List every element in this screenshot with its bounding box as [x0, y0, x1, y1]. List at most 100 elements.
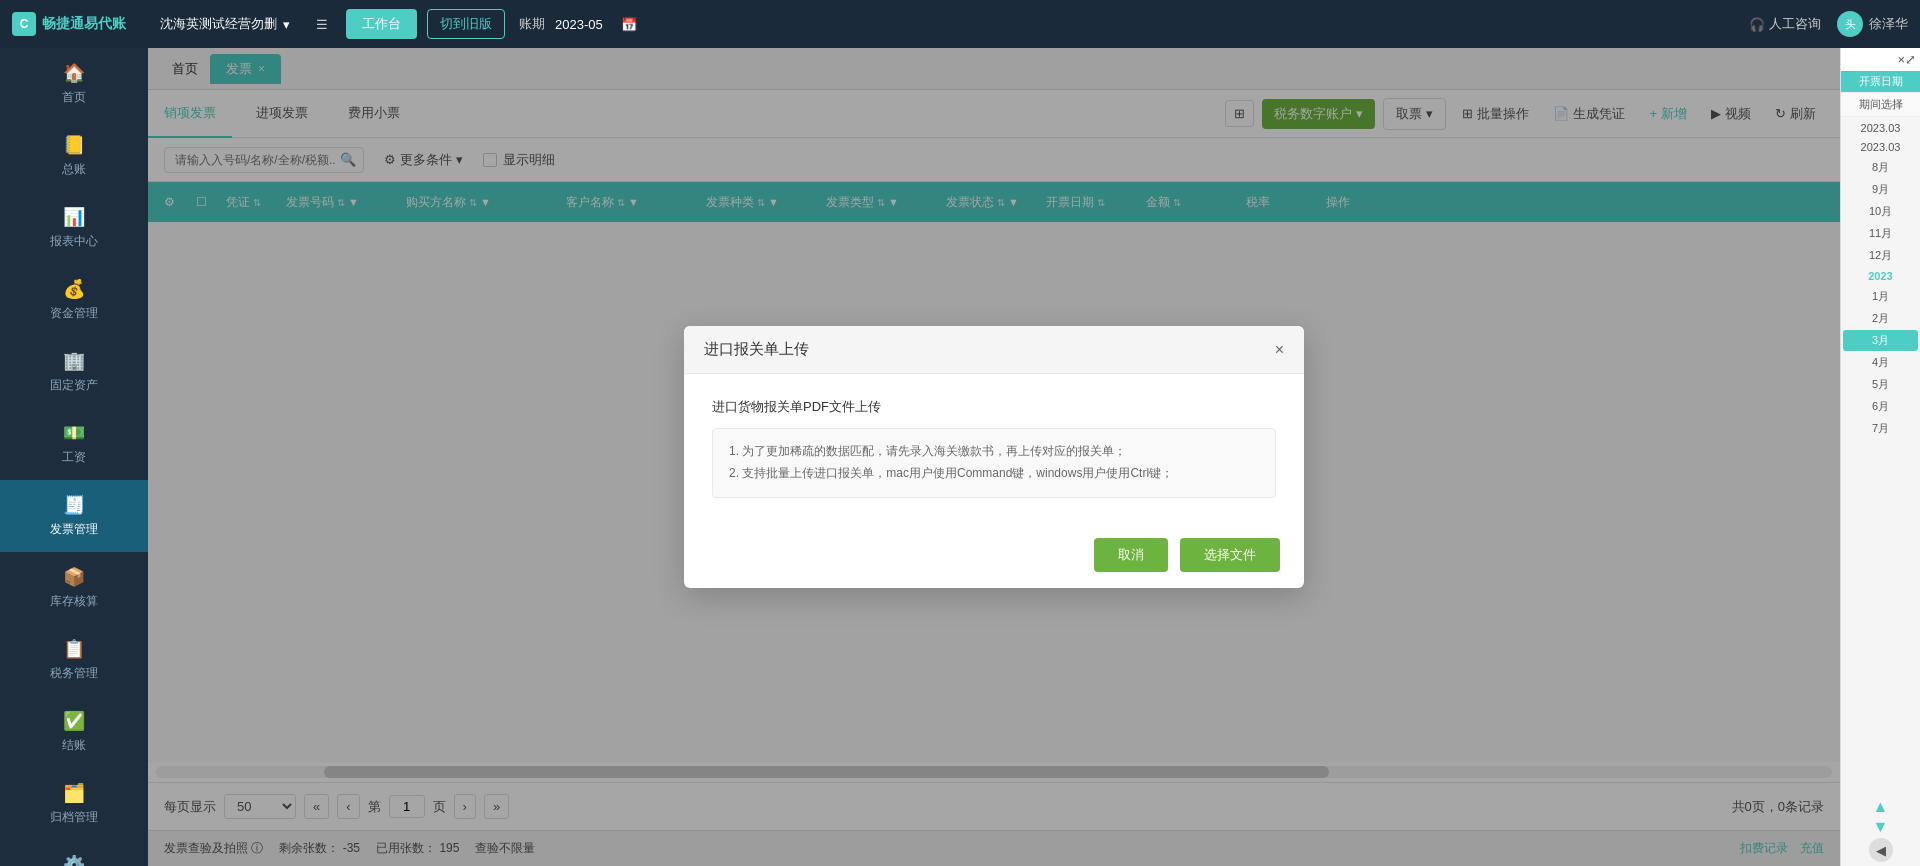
- right-panel-top: × ⤢ 开票日期: [1841, 48, 1920, 93]
- sidebar-item-salary[interactable]: 💵 工资: [0, 408, 148, 480]
- dialog-overlay: 进口报关单上传 × 进口货物报关单PDF文件上传 1. 为了更加稀疏的数据匹配，…: [148, 48, 1840, 866]
- period-item-6[interactable]: 6月: [1843, 396, 1918, 417]
- fund-icon: 💰: [63, 278, 85, 300]
- sidebar-item-ledger[interactable]: 📒 总账: [0, 120, 148, 192]
- period-item-3[interactable]: 3月: [1843, 330, 1918, 351]
- period-value: 2023-05: [555, 17, 603, 32]
- period-selection-title: 期间选择: [1841, 93, 1920, 117]
- dialog-info-item-2: 2. 支持批量上传进口报关单，mac用户使用Command键，windows用户…: [729, 463, 1259, 485]
- period-item-12[interactable]: 12月: [1843, 245, 1918, 266]
- right-panel: × ⤢ 开票日期 期间选择 2023.03 2023.03 8月 9月 10月 …: [1840, 48, 1920, 866]
- period-item-1[interactable]: 1月: [1843, 286, 1918, 307]
- dialog-cancel-button[interactable]: 取消: [1094, 538, 1168, 572]
- sidebar-label-ledger: 总账: [62, 161, 86, 178]
- sidebar-item-inventory[interactable]: 📦 库存核算: [0, 552, 148, 624]
- sidebar-item-invoice[interactable]: 🧾 发票管理: [0, 480, 148, 552]
- sidebar: 🏠 首页 📒 总账 📊 报表中心 💰 资金管理 🏢 固定资产 💵 工资 🧾 发票…: [0, 48, 148, 866]
- sidebar-label-settle: 结账: [62, 737, 86, 754]
- dialog-footer: 取消 选择文件: [684, 522, 1304, 588]
- sidebar-label-asset: 固定资产: [50, 377, 98, 394]
- dialog-info-text-2: 2. 支持批量上传进口报关单，mac用户使用Command键，windows用户…: [729, 463, 1173, 485]
- company-name: 沈海英测试经营勿删: [160, 15, 277, 33]
- tax-icon: 📋: [63, 638, 85, 660]
- sidebar-label-home: 首页: [62, 89, 86, 106]
- dialog-title: 进口报关单上传: [704, 340, 809, 359]
- settings-icon: ⚙️: [63, 854, 85, 866]
- sidebar-label-salary: 工资: [62, 449, 86, 466]
- dialog-info-text-1: 1. 为了更加稀疏的数据匹配，请先录入海关缴款书，再上传对应的报关单；: [729, 441, 1126, 463]
- sidebar-item-settings[interactable]: ⚙️ 设置: [0, 840, 148, 866]
- period-item-202303-1[interactable]: 2023.03: [1843, 119, 1918, 137]
- company-selector[interactable]: 沈海英测试经营勿删 ▾: [152, 11, 298, 37]
- open-invoice-badge-label: 开票日期: [1859, 75, 1903, 87]
- avatar: 头: [1837, 11, 1863, 37]
- sidebar-label-fund: 资金管理: [50, 305, 98, 322]
- report-icon: 📊: [63, 206, 85, 228]
- sidebar-label-report: 报表中心: [50, 233, 98, 250]
- sidebar-item-home[interactable]: 🏠 首页: [0, 48, 148, 120]
- dialog-info-item-1: 1. 为了更加稀疏的数据匹配，请先录入海关缴款书，再上传对应的报关单；: [729, 441, 1259, 463]
- import-customs-dialog: 进口报关单上传 × 进口货物报关单PDF文件上传 1. 为了更加稀疏的数据匹配，…: [684, 326, 1304, 587]
- switch-version-button[interactable]: 切到旧版: [427, 9, 505, 39]
- period-item-10[interactable]: 10月: [1843, 201, 1918, 222]
- sidebar-item-tax[interactable]: 📋 税务管理: [0, 624, 148, 696]
- company-icon-btn[interactable]: ☰: [308, 13, 336, 36]
- right-panel-controls: × ⤢: [1841, 48, 1920, 71]
- period-list: 2023.03 2023.03 8月 9月 10月 11月 12月 2023 1…: [1841, 117, 1920, 441]
- period-item-4[interactable]: 4月: [1843, 352, 1918, 373]
- app-logo: C 畅捷通易代账: [12, 12, 142, 36]
- sidebar-item-settle[interactable]: ✅ 结账: [0, 696, 148, 768]
- open-invoice-badge[interactable]: 开票日期: [1841, 71, 1920, 92]
- user-info[interactable]: 头 徐泽华: [1837, 11, 1908, 37]
- sidebar-label-tax: 税务管理: [50, 665, 98, 682]
- right-panel-expand-button[interactable]: ⤢: [1905, 52, 1916, 67]
- period-item-202303-2[interactable]: 2023.03: [1843, 138, 1918, 156]
- sidebar-label-invoice: 发票管理: [50, 521, 98, 538]
- ledger-icon: 📒: [63, 134, 85, 156]
- inventory-icon: 📦: [63, 566, 85, 588]
- sidebar-item-fund[interactable]: 💰 资金管理: [0, 264, 148, 336]
- main-layout: 🏠 首页 📒 总账 📊 报表中心 💰 资金管理 🏢 固定资产 💵 工资 🧾 发票…: [0, 48, 1920, 866]
- right-panel-nav: ▲ ▼ ◀: [1865, 794, 1897, 866]
- period-item-9[interactable]: 9月: [1843, 179, 1918, 200]
- dialog-body: 进口货物报关单PDF文件上传 1. 为了更加稀疏的数据匹配，请先录入海关缴款书，…: [684, 374, 1304, 521]
- period-label: 账期: [519, 15, 545, 33]
- main-content: 首页 发票 × 销项发票 进项发票 费用小票 ⊞ 税务数字账户 ▾: [148, 48, 1840, 866]
- invoice-icon: 🧾: [63, 494, 85, 516]
- period-scroll-down-button[interactable]: ▼: [1873, 818, 1889, 836]
- archive-icon: 🗂️: [63, 782, 85, 804]
- home-icon: 🏠: [63, 62, 85, 84]
- period-item-5[interactable]: 5月: [1843, 374, 1918, 395]
- help-icon: 🎧: [1749, 17, 1765, 32]
- dialog-info-box: 1. 为了更加稀疏的数据匹配，请先录入海关缴款书，再上传对应的报关单； 2. 支…: [712, 428, 1276, 497]
- user-name: 徐泽华: [1869, 15, 1908, 33]
- calendar-icon-btn[interactable]: 📅: [613, 13, 645, 36]
- top-bar-right: 🎧 人工咨询 头 徐泽华: [1749, 11, 1908, 37]
- period-item-2023[interactable]: 2023: [1843, 267, 1918, 285]
- logo-icon: C: [12, 12, 36, 36]
- top-bar: C 畅捷通易代账 沈海英测试经营勿删 ▾ ☰ 工作台 切到旧版 账期 2023-…: [0, 0, 1920, 48]
- help-button[interactable]: 🎧 人工咨询: [1749, 15, 1821, 33]
- asset-icon: 🏢: [63, 350, 85, 372]
- period-collapse-button[interactable]: ◀: [1869, 838, 1893, 862]
- app-title: 畅捷通易代账: [42, 15, 126, 33]
- sidebar-label-inventory: 库存核算: [50, 593, 98, 610]
- period-item-11[interactable]: 11月: [1843, 223, 1918, 244]
- settle-icon: ✅: [63, 710, 85, 732]
- dialog-header: 进口报关单上传 ×: [684, 326, 1304, 374]
- workspace-button[interactable]: 工作台: [346, 9, 417, 39]
- period-item-8[interactable]: 8月: [1843, 157, 1918, 178]
- period-item-2[interactable]: 2月: [1843, 308, 1918, 329]
- sidebar-label-archive: 归档管理: [50, 809, 98, 826]
- period-item-7[interactable]: 7月: [1843, 418, 1918, 439]
- sidebar-item-asset[interactable]: 🏢 固定资产: [0, 336, 148, 408]
- sidebar-item-report[interactable]: 📊 报表中心: [0, 192, 148, 264]
- dialog-select-file-button[interactable]: 选择文件: [1180, 538, 1280, 572]
- salary-icon: 💵: [63, 422, 85, 444]
- dialog-close-button[interactable]: ×: [1275, 341, 1284, 359]
- period-scroll-up-button[interactable]: ▲: [1873, 798, 1889, 816]
- company-dropdown-icon: ▾: [283, 17, 290, 32]
- dialog-section-title: 进口货物报关单PDF文件上传: [712, 398, 1276, 416]
- right-panel-close-button[interactable]: ×: [1897, 52, 1905, 67]
- sidebar-item-archive[interactable]: 🗂️ 归档管理: [0, 768, 148, 840]
